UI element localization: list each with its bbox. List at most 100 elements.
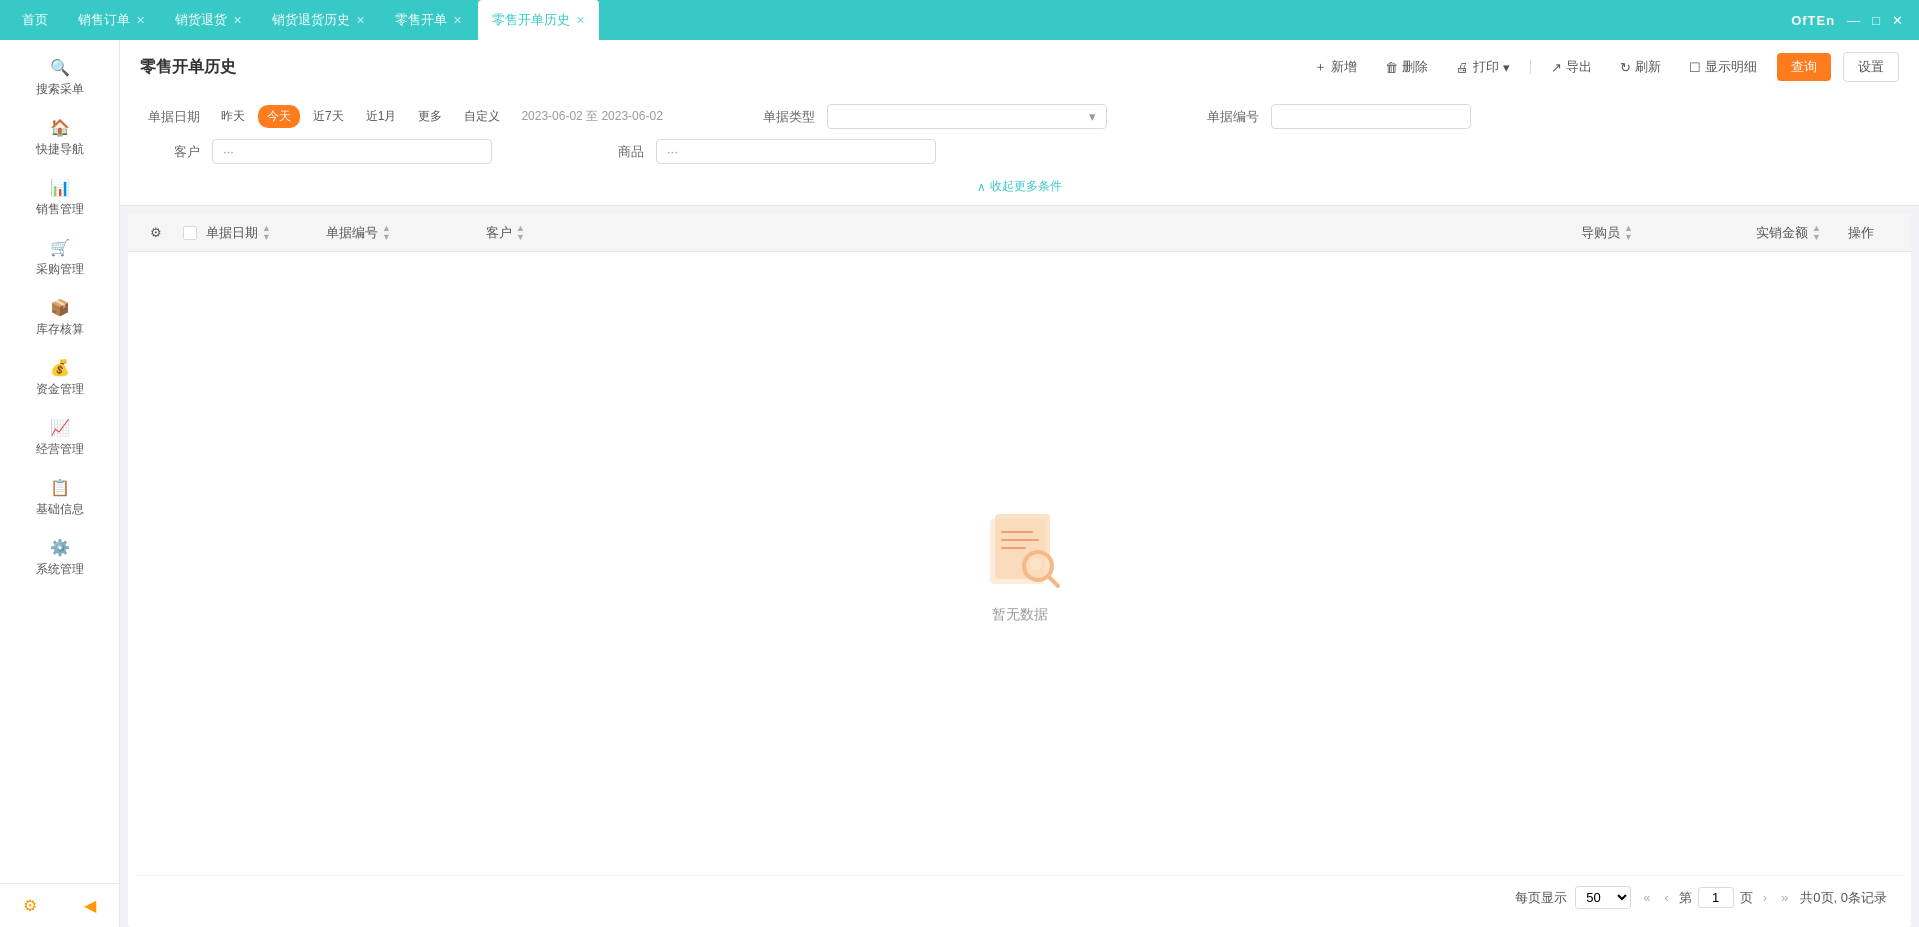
- filter-row-customer: 客户 ··· 商品 ···: [140, 139, 1899, 164]
- col-setting[interactable]: ⚙: [138, 225, 174, 240]
- col-order-num-sort[interactable]: ▲▼: [382, 224, 391, 242]
- chevron-up-icon: ∧: [977, 180, 986, 194]
- basic-icon: 📋: [50, 478, 70, 497]
- select-all-checkbox[interactable]: [183, 226, 197, 240]
- date-btn-1month[interactable]: 近1月: [357, 105, 406, 128]
- collapse-more-btn[interactable]: ∧ 收起更多条件: [140, 174, 1899, 205]
- tab-sales-order-close[interactable]: ✕: [136, 14, 145, 27]
- main-layout: 🔍 搜索采单 🏠 快捷导航 📊 销售管理 🛒 采购管理 📦 库存核算 💰 资金管…: [0, 40, 1919, 927]
- add-button[interactable]: ＋ 新增: [1306, 54, 1365, 80]
- col-order-num: 单据编号 ▲▼: [326, 224, 486, 242]
- first-page-btn[interactable]: «: [1639, 888, 1654, 907]
- column-settings-icon[interactable]: ⚙: [150, 225, 162, 240]
- sidebar-item-sales[interactable]: 📊 销售管理: [0, 168, 119, 228]
- tab-retail-history[interactable]: 零售开单历史 ✕: [478, 0, 599, 40]
- nav-tabs: 首页 销售订单 ✕ 销货退货 ✕ 销货退货历史 ✕ 零售开单 ✕ 零售开单历史 …: [8, 0, 1791, 40]
- tab-sales-return-close[interactable]: ✕: [233, 14, 242, 27]
- per-page-select[interactable]: 50 100 200: [1575, 886, 1631, 909]
- print-button[interactable]: 🖨 打印 ▾: [1448, 54, 1518, 80]
- sidebar-item-system-label: 系统管理: [36, 561, 84, 578]
- print-label: 打印: [1473, 58, 1499, 76]
- col-guide-sort[interactable]: ▲▼: [1624, 224, 1633, 242]
- col-amount-label: 实销金额: [1756, 224, 1808, 242]
- table-container: ⚙ 单据日期 ▲▼ 单据编号 ▲▼ 客户 ▲▼ 导购员: [128, 214, 1911, 927]
- page-input[interactable]: [1698, 887, 1734, 908]
- export-button[interactable]: ↗ 导出: [1543, 54, 1600, 80]
- sidebar-item-basic[interactable]: 📋 基础信息: [0, 468, 119, 528]
- export-label: 导出: [1566, 58, 1592, 76]
- purchase-icon: 🛒: [50, 238, 70, 257]
- col-date-label: 单据日期: [206, 224, 258, 242]
- last-page-btn[interactable]: »: [1777, 888, 1792, 907]
- tab-retail-open[interactable]: 零售开单 ✕: [381, 0, 476, 40]
- sidebar-item-system[interactable]: ⚙️ 系统管理: [0, 528, 119, 588]
- print-dropdown-icon: ▾: [1503, 60, 1510, 75]
- next-page-btn[interactable]: ›: [1759, 888, 1771, 907]
- maximize-button[interactable]: □: [1872, 13, 1880, 28]
- product-label: 商品: [584, 143, 644, 161]
- col-customer-sort[interactable]: ▲▼: [516, 224, 525, 242]
- sidebar-item-operation[interactable]: 📈 经营管理: [0, 408, 119, 468]
- page-label: 页: [1740, 889, 1753, 907]
- settings-button[interactable]: 设置: [1843, 52, 1899, 82]
- date-btn-7days[interactable]: 近7天: [304, 105, 353, 128]
- col-check[interactable]: [174, 226, 206, 240]
- query-button[interactable]: 查询: [1777, 53, 1831, 81]
- delete-button[interactable]: 🗑 删除: [1377, 54, 1436, 80]
- tab-sales-order[interactable]: 销售订单 ✕: [64, 0, 159, 40]
- dropdown-chevron-icon: ▾: [1089, 109, 1096, 124]
- sidebar-bottom: ⚙ ◀: [0, 883, 119, 927]
- product-input[interactable]: ···: [656, 139, 936, 164]
- col-customer: 客户 ▲▼: [486, 224, 1581, 242]
- minimize-button[interactable]: —: [1847, 13, 1860, 28]
- tab-sales-return-history[interactable]: 销货退货历史 ✕: [258, 0, 379, 40]
- display-toggle[interactable]: ☐ 显示明细: [1681, 54, 1765, 80]
- tab-sales-return[interactable]: 销货退货 ✕: [161, 0, 256, 40]
- settings-label: 设置: [1858, 58, 1884, 76]
- order-type-select[interactable]: ▾: [827, 104, 1107, 129]
- order-num-input[interactable]: [1271, 104, 1471, 129]
- svg-line-6: [1048, 576, 1058, 586]
- tab-retail-history-close[interactable]: ✕: [576, 14, 585, 27]
- date-btn-today[interactable]: 今天: [258, 105, 300, 128]
- refresh-button[interactable]: ↻ 刷新: [1612, 54, 1669, 80]
- delete-label: 删除: [1402, 58, 1428, 76]
- page-summary: 共0页, 0条记录: [1800, 889, 1887, 907]
- tab-retail-history-label: 零售开单历史: [492, 11, 570, 29]
- sidebar-item-inventory[interactable]: 📦 库存核算: [0, 288, 119, 348]
- date-filter-btns: 昨天 今天 近7天 近1月 更多 自定义: [212, 105, 509, 128]
- tab-home[interactable]: 首页: [8, 0, 62, 40]
- col-date-sort[interactable]: ▲▼: [262, 224, 271, 242]
- close-button[interactable]: ✕: [1892, 13, 1903, 28]
- sales-icon: 📊: [50, 178, 70, 197]
- sidebar-item-nav-label: 快捷导航: [36, 141, 84, 158]
- date-btn-more[interactable]: 更多: [409, 105, 451, 128]
- prev-page-btn[interactable]: ‹: [1660, 888, 1672, 907]
- sidebar-item-purchase[interactable]: 🛒 采购管理: [0, 228, 119, 288]
- sidebar-item-finance[interactable]: 💰 资金管理: [0, 348, 119, 408]
- delete-icon: 🗑: [1385, 60, 1398, 75]
- empty-text: 暂无数据: [992, 606, 1048, 624]
- sidebar-item-nav[interactable]: 🏠 快捷导航: [0, 108, 119, 168]
- add-icon: ＋: [1314, 58, 1327, 76]
- refresh-label: 刷新: [1635, 58, 1661, 76]
- col-amount-sort[interactable]: ▲▼: [1812, 224, 1821, 242]
- system-icon: ⚙️: [50, 538, 70, 557]
- tab-sales-return-label: 销货退货: [175, 11, 227, 29]
- svg-point-7: [1030, 558, 1042, 570]
- sidebar-collapse-btn[interactable]: ◀: [76, 892, 104, 919]
- date-btn-yesterday[interactable]: 昨天: [212, 105, 254, 128]
- col-action-label: 操作: [1848, 224, 1874, 242]
- sidebar-item-search[interactable]: 🔍 搜索采单: [0, 48, 119, 108]
- pagination: 每页显示 50 100 200 « ‹ 第 页 › » 共0页, 0条记录: [136, 875, 1903, 919]
- tab-sales-return-history-close[interactable]: ✕: [356, 14, 365, 27]
- page-label-pre: 第: [1679, 889, 1692, 907]
- tab-retail-open-close[interactable]: ✕: [453, 14, 462, 27]
- sidebar-settings-btn[interactable]: ⚙: [15, 892, 45, 919]
- col-guide: 导购员 ▲▼: [1581, 224, 1701, 242]
- filter-row-date: 单据日期 昨天 今天 近7天 近1月 更多 自定义 2023-06-02 至 2…: [140, 104, 1899, 129]
- date-btn-custom[interactable]: 自定义: [455, 105, 509, 128]
- customer-input[interactable]: ···: [212, 139, 492, 164]
- col-order-num-label: 单据编号: [326, 224, 378, 242]
- finance-icon: 💰: [50, 358, 70, 377]
